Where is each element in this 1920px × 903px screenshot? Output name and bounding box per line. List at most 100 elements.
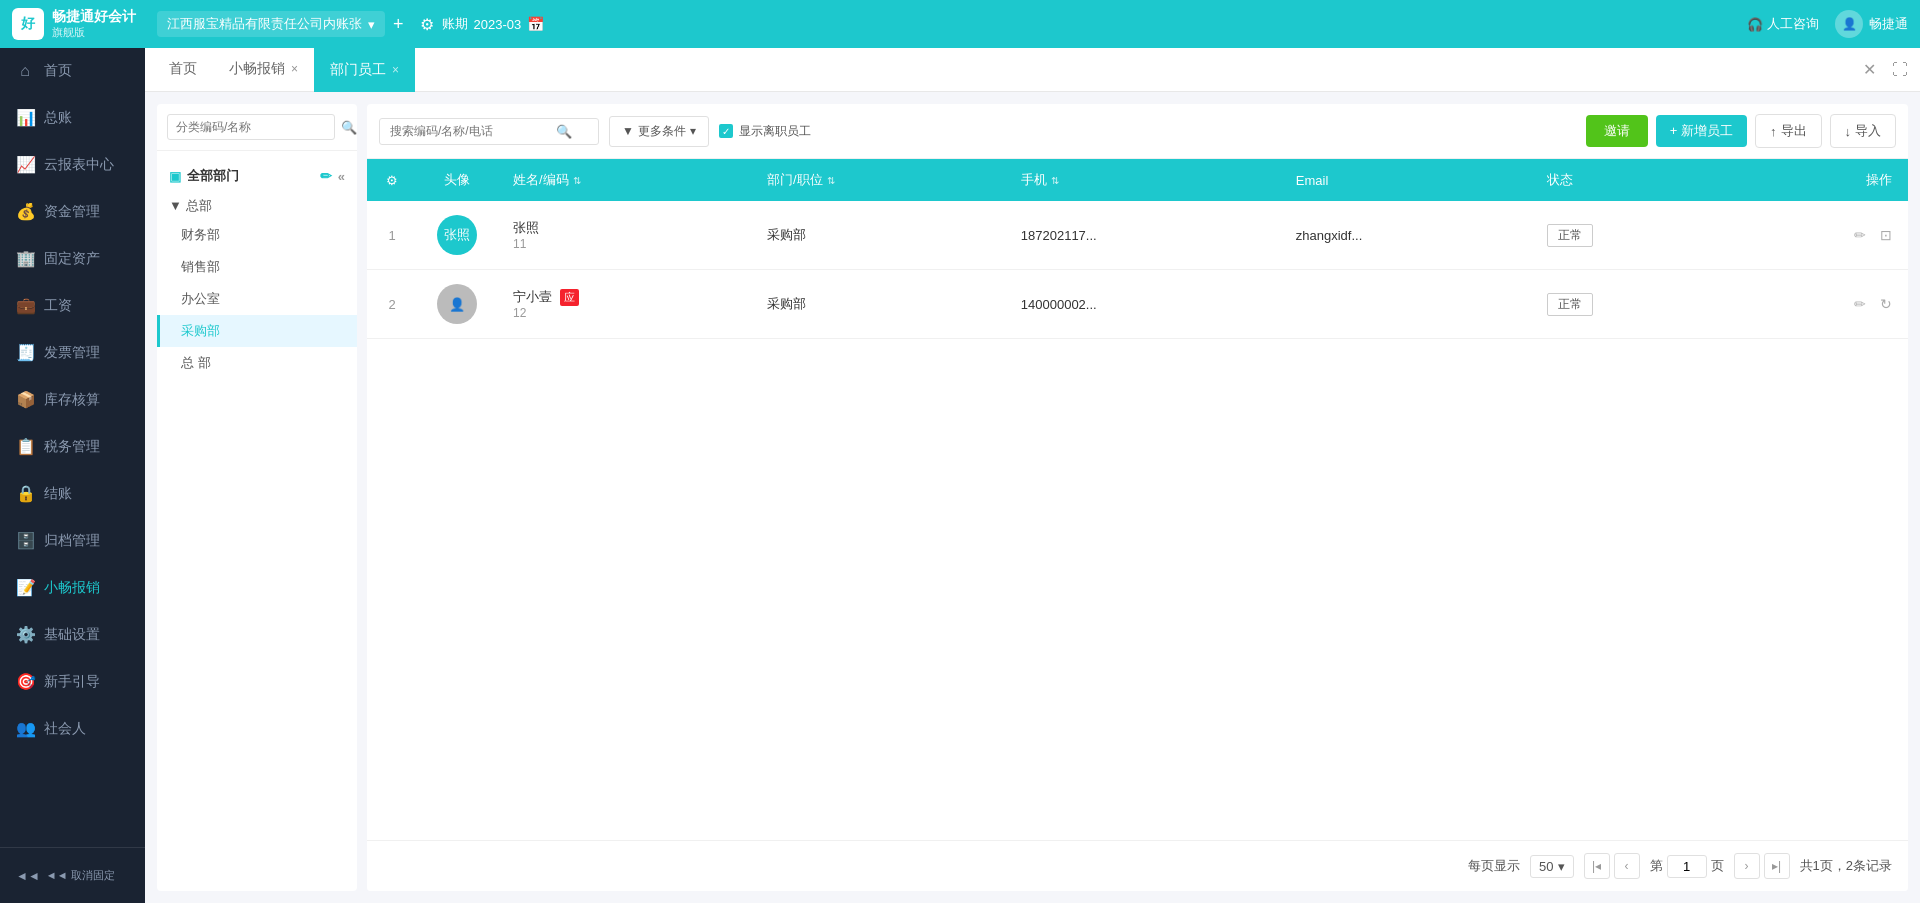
dept-child-general[interactable]: 总 部 [157, 347, 357, 379]
sidebar-item-expense[interactable]: 📝 小畅报销 [0, 564, 145, 611]
th-phone[interactable]: 手机 ⇅ [1005, 159, 1280, 201]
invite-button[interactable]: 邀请 [1586, 115, 1648, 147]
home-icon: ⌂ [16, 62, 34, 80]
ledger-icon: 📊 [16, 108, 34, 127]
sidebar-item-invoice[interactable]: 🧾 发票管理 [0, 329, 145, 376]
show-resign-label[interactable]: ✓ 显示离职员工 [719, 123, 811, 140]
edit-icon[interactable]: ✏ [1854, 227, 1866, 243]
table-header-row: ⚙ 头像 姓名/编码 ⇅ 部门/ [367, 159, 1908, 201]
export-button[interactable]: ↑ 导出 [1755, 114, 1822, 148]
service-label: 人工咨询 [1767, 15, 1819, 33]
dept-child-label: 采购部 [181, 323, 220, 338]
th-dept[interactable]: 部门/职位 ⇅ [751, 159, 1005, 201]
sidebar-item-funds[interactable]: 💰 资金管理 [0, 188, 145, 235]
emp-email: zhangxidf... [1296, 228, 1363, 243]
sidebar-bottom: ◄◄ ◄◄ 取消固定 [0, 847, 145, 903]
dept-child-office[interactable]: 办公室 [157, 283, 357, 315]
tab-home[interactable]: 首页 [153, 48, 213, 92]
sidebar-item-tax[interactable]: 📋 税务管理 [0, 423, 145, 470]
th-name[interactable]: 姓名/编码 ⇅ [497, 159, 751, 201]
page-next-button[interactable]: › [1734, 853, 1760, 879]
sidebar-item-archive[interactable]: 🗄️ 归档管理 [0, 517, 145, 564]
sidebar-item-inventory[interactable]: 📦 库存核算 [0, 376, 145, 423]
avatar-person-icon: 👤 [449, 297, 465, 312]
emp-dept: 采购部 [767, 226, 989, 244]
tab-dept-emp-close[interactable]: × [392, 63, 399, 77]
sidebar-item-label: 社会人 [44, 720, 86, 738]
emp-code: 12 [513, 306, 735, 320]
page-first-button[interactable]: |◂ [1584, 853, 1610, 879]
dept-parent-label: 总部 [186, 198, 212, 213]
top-right: 🎧 人工咨询 👤 畅捷通 [1747, 10, 1908, 38]
dept-search-icon[interactable]: 🔍 [341, 120, 357, 135]
edit-icon[interactable]: ✏ [1854, 296, 1866, 312]
export-icon: ↑ [1770, 124, 1777, 139]
close-window-button[interactable]: ✕ [1859, 56, 1880, 83]
toolbar: 🔍 ▼ 更多条件 ▾ ✓ 显示离职员工 邀请 + 新增员工 [367, 104, 1908, 159]
dept-edit-icon[interactable]: ✏ [320, 168, 332, 184]
logo-area: 好 畅捷通好会计 旗舰版 [12, 8, 157, 40]
emp-dept: 采购部 [767, 295, 989, 313]
gear-icon: ⚙️ [16, 625, 34, 644]
dept-all-button[interactable]: ▣ 全部部门 ✏ « [157, 159, 357, 193]
main-search-input[interactable] [390, 124, 550, 138]
th-gear[interactable]: ⚙ [367, 159, 417, 201]
refresh-icon[interactable]: ↻ [1880, 296, 1892, 312]
dept-parent-head[interactable]: ▼ 总部 [157, 193, 357, 219]
filter-chevron-icon: ▾ [690, 124, 696, 138]
page-input-area: 第 1 页 [1650, 855, 1724, 878]
add-company-button[interactable]: + [385, 14, 412, 35]
sidebar-item-social[interactable]: 👥 社会人 [0, 705, 145, 752]
dept-search-input[interactable] [167, 114, 335, 140]
emp-phone: 140000002... [1021, 297, 1097, 312]
row-avatar: 张照 [417, 201, 497, 270]
page-number-input[interactable]: 1 [1667, 855, 1707, 878]
dept-tree: ▣ 全部部门 ✏ « ▼ 总部 财务部 [157, 151, 357, 891]
page-prev-button[interactable]: ‹ [1614, 853, 1640, 879]
sidebar-item-guide[interactable]: 🎯 新手引导 [0, 658, 145, 705]
settings-icon[interactable]: ⚙ [412, 15, 442, 34]
tab-expense-close[interactable]: × [291, 62, 298, 76]
status-badge: 正常 [1547, 293, 1593, 316]
logo-icon: 好 [12, 8, 44, 40]
maximize-window-button[interactable]: ⛶ [1888, 57, 1912, 83]
per-page-select[interactable]: 50 ▾ [1530, 855, 1573, 878]
dept-child-purchase[interactable]: 采购部 [157, 315, 357, 347]
company-selector[interactable]: 江西服宝精品有限责任公司内账张 ▾ [157, 11, 385, 37]
sidebar-item-settings[interactable]: ⚙️ 基础设置 [0, 611, 145, 658]
dept-child-sales[interactable]: 销售部 [157, 251, 357, 283]
th-status: 状态 [1531, 159, 1730, 201]
calendar-icon[interactable]: 📅 [527, 16, 544, 32]
logout-icon[interactable]: ⊡ [1880, 227, 1892, 243]
unfix-sidebar-button[interactable]: ◄◄ ◄◄ 取消固定 [0, 858, 145, 893]
per-page-label: 每页显示 [1468, 857, 1520, 875]
add-employee-button[interactable]: + 新增员工 [1656, 115, 1747, 147]
th-phone-label: 手机 [1021, 171, 1047, 189]
sidebar-item-label: 归档管理 [44, 532, 100, 550]
import-button[interactable]: ↓ 导入 [1830, 114, 1897, 148]
sidebar-item-assets[interactable]: 🏢 固定资产 [0, 235, 145, 282]
sidebar-item-label: 云报表中心 [44, 156, 114, 174]
sidebar-item-close[interactable]: 🔒 结账 [0, 470, 145, 517]
sidebar-item-reports[interactable]: 📈 云报表中心 [0, 141, 145, 188]
show-resign-checkbox[interactable]: ✓ [719, 124, 733, 138]
sidebar-item-payroll[interactable]: 💼 工资 [0, 282, 145, 329]
dept-collapse-icon[interactable]: « [338, 169, 345, 184]
unfix-icon: ◄◄ [16, 869, 40, 883]
tab-expense[interactable]: 小畅报销 × [213, 48, 314, 92]
main-search-icon[interactable]: 🔍 [556, 124, 572, 139]
sidebar-item-ledger[interactable]: 📊 总账 [0, 94, 145, 141]
more-filter-button[interactable]: ▼ 更多条件 ▾ [609, 116, 709, 147]
dept-child-finance[interactable]: 财务部 [157, 219, 357, 251]
sidebar-item-label: 资金管理 [44, 203, 100, 221]
archive-icon: 🗄️ [16, 531, 34, 550]
page-last-button[interactable]: ▸| [1764, 853, 1790, 879]
tab-dept-emp[interactable]: 部门员工 × [314, 48, 415, 92]
tab-bar: 首页 小畅报销 × 部门员工 × ✕ ⛶ [145, 48, 1920, 92]
service-button[interactable]: 🎧 人工咨询 [1747, 15, 1819, 33]
user-area[interactable]: 👤 畅捷通 [1835, 10, 1908, 38]
reports-icon: 📈 [16, 155, 34, 174]
sidebar-item-label: 发票管理 [44, 344, 100, 362]
main-layout: ⌂ 首页 📊 总账 📈 云报表中心 💰 资金管理 🏢 固定资产 💼 工资 🧾 发… [0, 48, 1920, 903]
sidebar-item-home[interactable]: ⌂ 首页 [0, 48, 145, 94]
